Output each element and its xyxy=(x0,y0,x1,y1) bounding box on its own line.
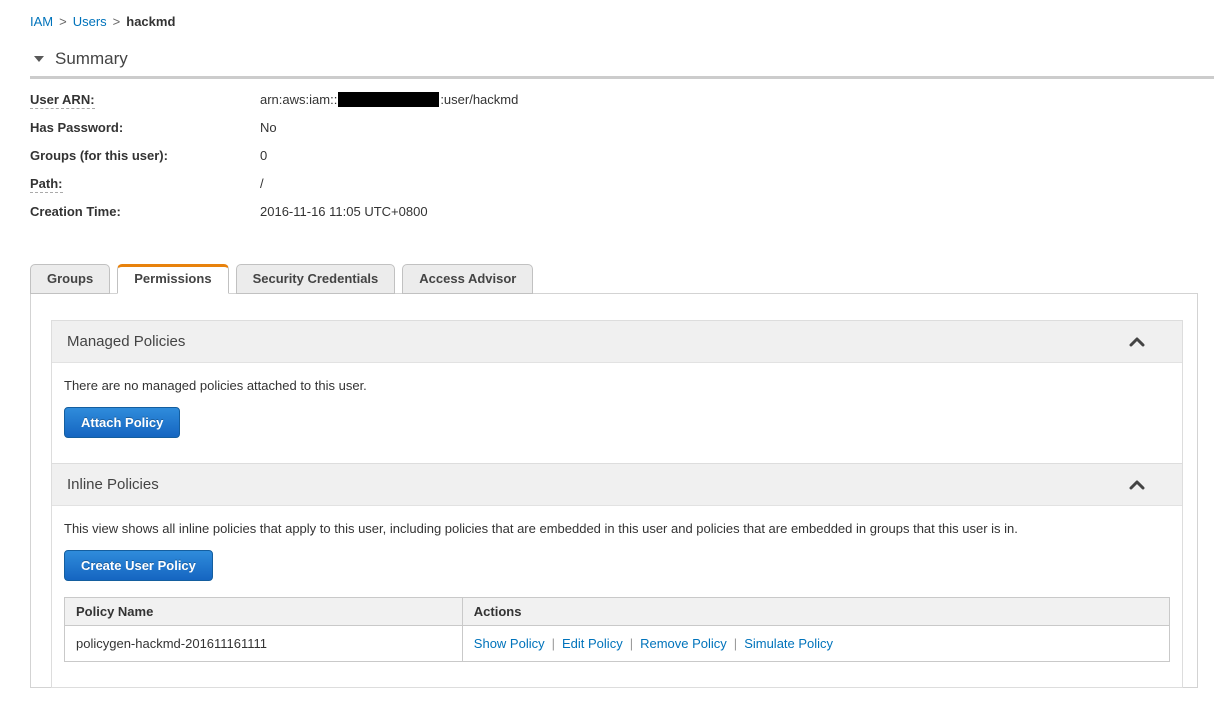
create-user-policy-button[interactable]: Create User Policy xyxy=(64,550,213,581)
summary-divider xyxy=(30,76,1214,79)
field-label: Creation Time: xyxy=(30,204,121,219)
path-value: / xyxy=(260,176,264,191)
table-header-row: Policy Name Actions xyxy=(64,597,1171,626)
tab-permissions[interactable]: Permissions xyxy=(117,264,229,294)
policy-name-cell: policygen-hackmd-201611161111 xyxy=(64,625,463,662)
inline-policies-title: Inline Policies xyxy=(67,476,159,493)
remove-policy-link[interactable]: Remove Policy xyxy=(640,636,727,651)
field-row-creation-time: Creation Time: 2016-11-16 11:05 UTC+0800 xyxy=(30,204,1198,232)
attach-policy-button[interactable]: Attach Policy xyxy=(64,407,181,438)
triangle-down-icon xyxy=(34,56,44,62)
inline-policies-table: Policy Name Actions policygen-hackmd-201… xyxy=(64,597,1171,662)
field-row-groups: Groups (for this user): 0 xyxy=(30,148,1198,176)
user-arn-value: arn:aws:iam:::user/hackmd xyxy=(260,92,519,107)
field-label: User ARN: xyxy=(30,92,95,109)
breadcrumb-link-iam[interactable]: IAM xyxy=(30,14,53,29)
show-policy-link[interactable]: Show Policy xyxy=(474,636,545,651)
actions-separator: | xyxy=(551,636,555,651)
tab-security-credentials[interactable]: Security Credentials xyxy=(235,264,396,294)
chevron-up-icon[interactable] xyxy=(1129,337,1145,347)
breadcrumb-separator: > xyxy=(59,14,67,29)
tab-access-advisor[interactable]: Access Advisor xyxy=(402,264,534,294)
managed-policies-title: Managed Policies xyxy=(67,333,186,350)
breadcrumb-current-user: hackmd xyxy=(126,14,176,29)
field-row-has-password: Has Password: No xyxy=(30,120,1198,148)
tab-groups[interactable]: Groups xyxy=(30,264,111,294)
policy-actions-cell: Show Policy | Edit Policy | Remove Policy | Si… xyxy=(461,625,1171,662)
summary-section-toggle[interactable]: Summary xyxy=(30,49,1198,69)
actions-separator: | xyxy=(629,636,634,651)
field-label: Has Password: xyxy=(30,120,124,135)
field-label: Groups (for this user): xyxy=(30,148,168,163)
field-row-path: Path: / xyxy=(30,176,1198,204)
redacted-account-id xyxy=(338,92,440,107)
iam-user-detail-page: IAM > Users > hackmd Summary User ARN: arn:a… xyxy=(0,0,1214,688)
inline-policies-header[interactable]: Inline Policies xyxy=(52,463,1182,506)
managed-policies-empty-message: There are no managed policies attached t… xyxy=(64,378,367,393)
managed-policies-section: Managed Policies There are no managed po… xyxy=(52,321,1182,463)
edit-policy-link[interactable]: Edit Policy xyxy=(562,636,623,651)
chevron-up-icon[interactable] xyxy=(1129,480,1145,490)
tab-strip: Groups Permissions Security Credentials … xyxy=(30,264,1198,294)
managed-policies-body: There are no managed policies attached t… xyxy=(52,363,1182,463)
actions-separator: | xyxy=(733,636,738,651)
simulate-policy-link[interactable]: Simulate Policy xyxy=(744,636,833,651)
field-label: Path: xyxy=(30,176,63,193)
has-password-value: No xyxy=(260,120,277,135)
creation-time-value: 2016-11-16 11:05 UTC+0800 xyxy=(260,204,428,219)
field-row-user-arn: User ARN: arn:aws:iam:::user/hackmd xyxy=(30,92,1198,120)
summary-title: Summary xyxy=(55,49,128,68)
inline-policies-section: Inline Policies This view shows all inli… xyxy=(52,463,1182,687)
table-row: policygen-hackmd-201611161111 Show Polic… xyxy=(64,625,1171,662)
summary-fields: User ARN: arn:aws:iam:::user/hackmd Has … xyxy=(30,92,1198,232)
policies-panel-group: Managed Policies There are no managed po… xyxy=(51,320,1183,688)
permissions-tab-content: Managed Policies There are no managed po… xyxy=(30,293,1198,688)
column-header-policy-name: Policy Name xyxy=(64,597,463,626)
breadcrumb-separator: > xyxy=(112,14,121,29)
inline-policies-description: This view shows all inline policies that… xyxy=(64,521,1018,536)
inline-policies-body: This view shows all inline policies that… xyxy=(52,506,1182,687)
column-header-actions: Actions xyxy=(461,597,1171,626)
breadcrumb: IAM > Users > hackmd xyxy=(30,14,1198,29)
groups-count-value: 0 xyxy=(260,148,268,163)
managed-policies-header[interactable]: Managed Policies xyxy=(52,321,1182,363)
breadcrumb-link-users[interactable]: Users xyxy=(73,14,107,29)
